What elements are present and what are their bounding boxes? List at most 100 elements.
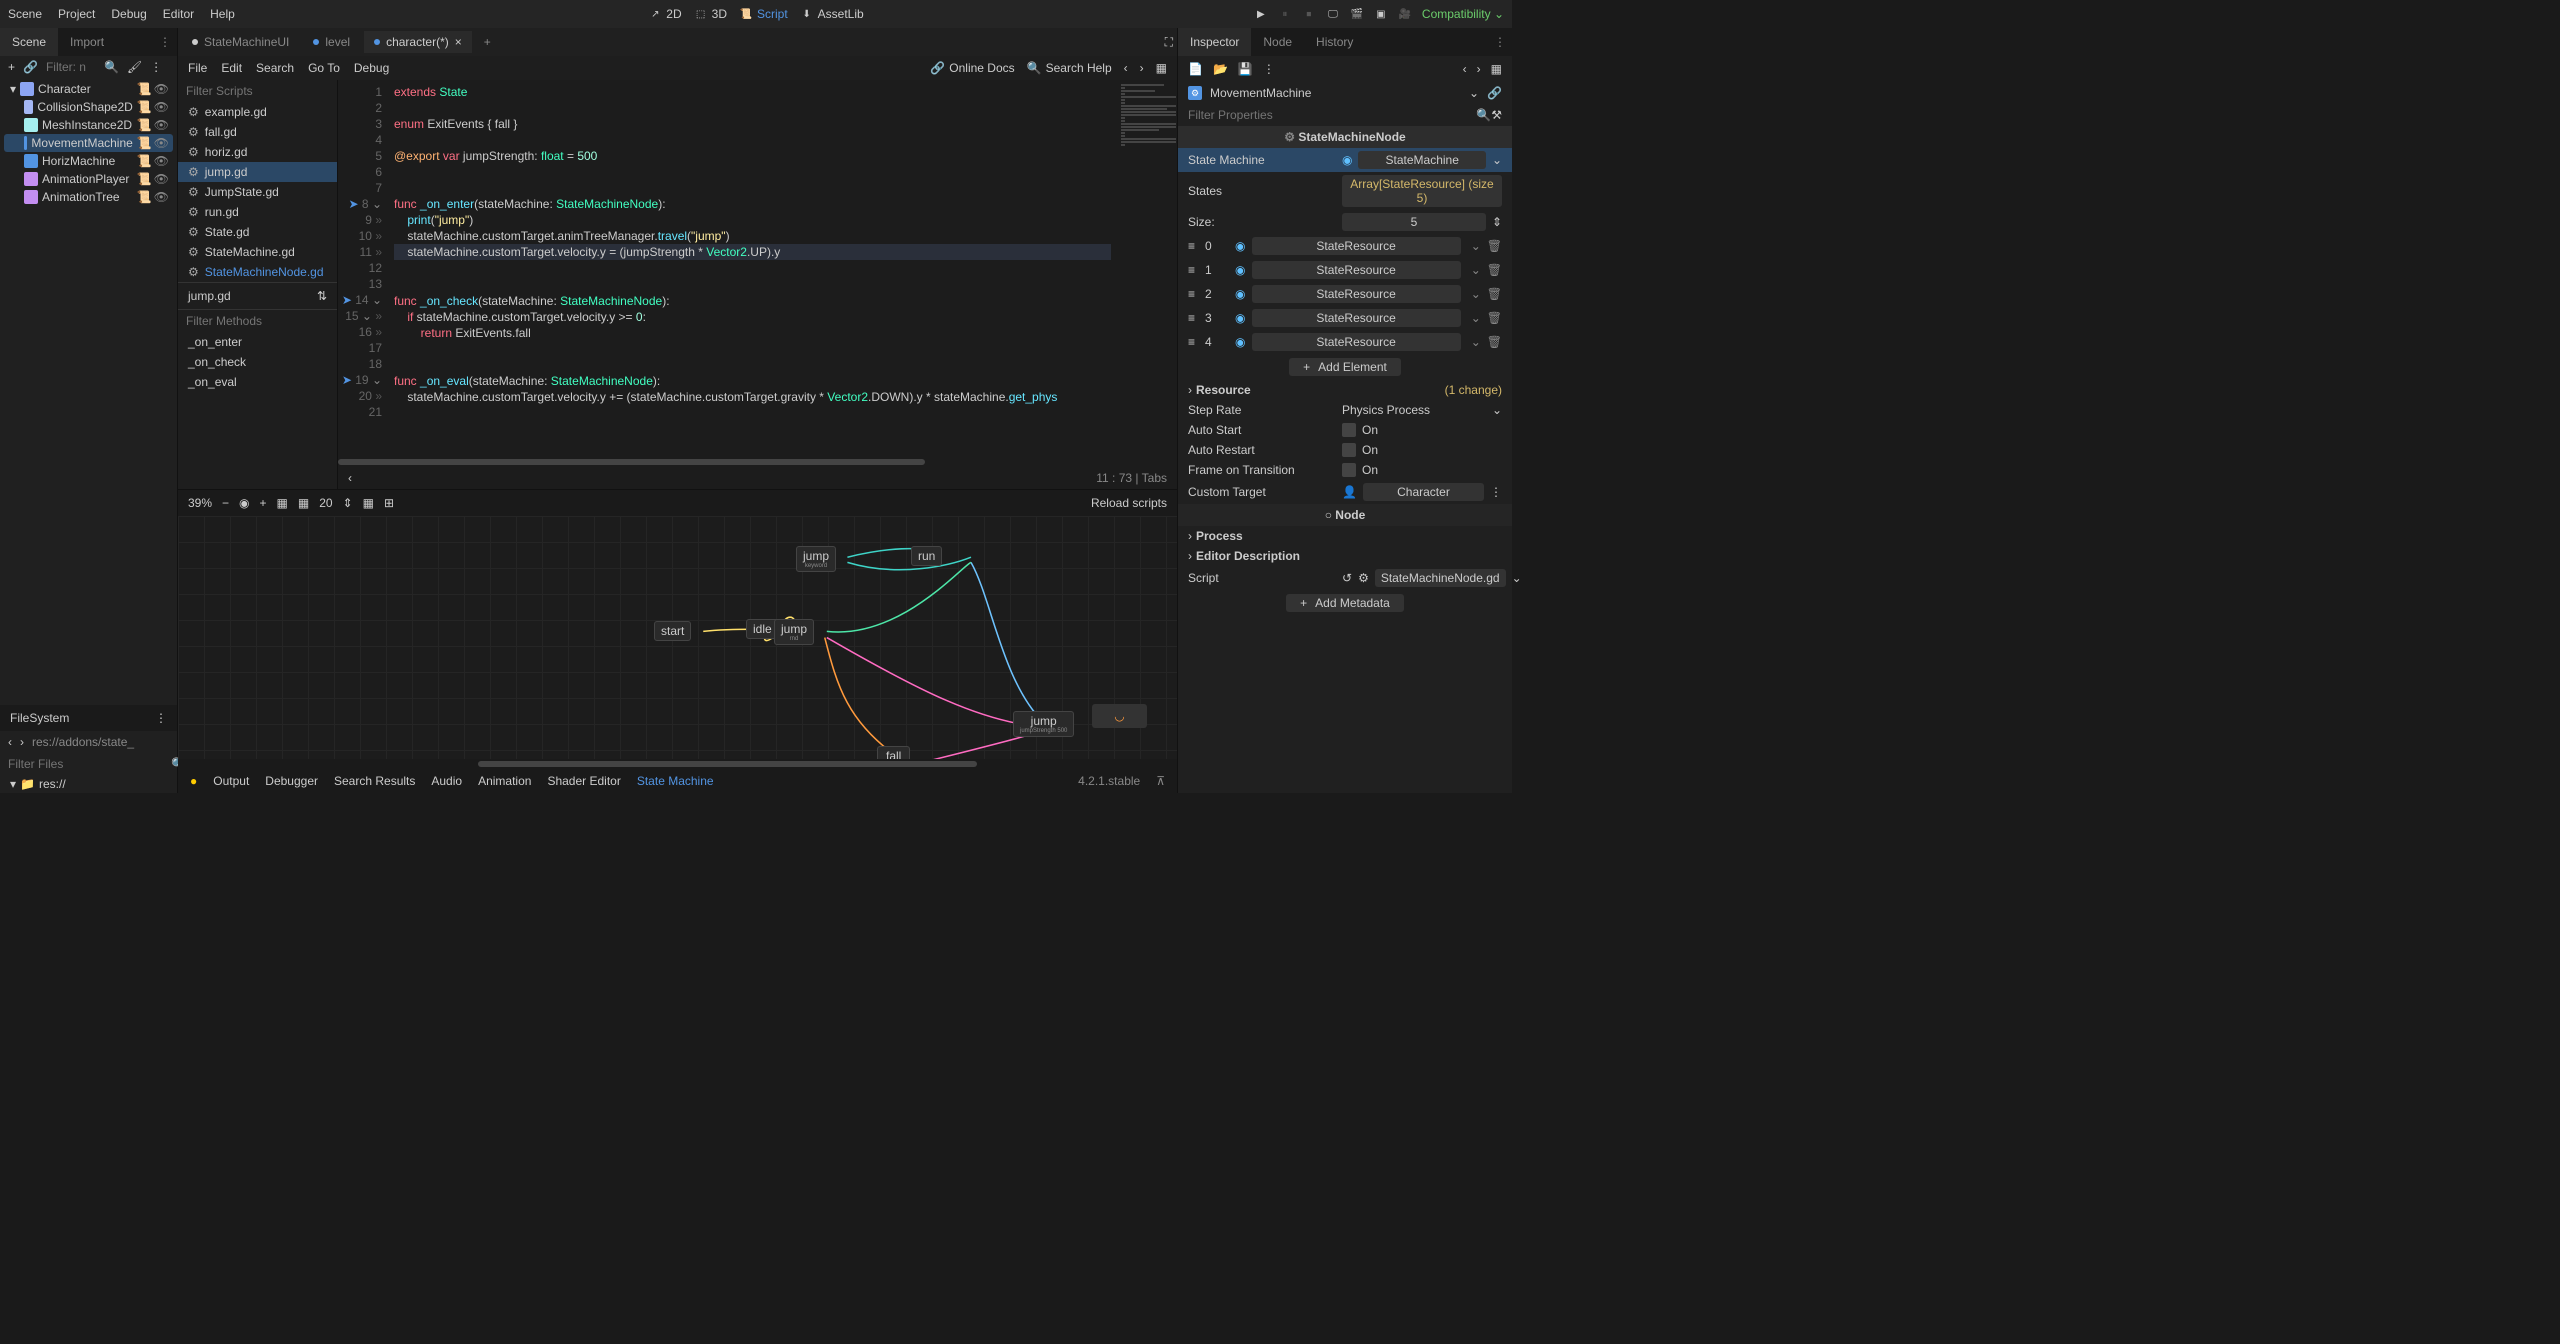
- method-item[interactable]: _on_eval: [178, 372, 337, 392]
- drag-handle-icon[interactable]: ≡: [1188, 335, 1195, 349]
- scene-node-character[interactable]: ▾Character📜👁: [4, 80, 173, 98]
- chevron-down-icon[interactable]: ⌄: [1471, 335, 1481, 349]
- drag-handle-icon[interactable]: ≡: [1188, 263, 1195, 277]
- collapse-icon[interactable]: ‹: [348, 471, 352, 485]
- array-item-value[interactable]: StateResource: [1252, 237, 1461, 255]
- animation-tab[interactable]: Animation: [478, 774, 531, 788]
- section-statemachinenode[interactable]: ⚙ StateMachineNode: [1178, 126, 1512, 148]
- workspace-2d[interactable]: ↗2D: [648, 7, 681, 21]
- search-icon[interactable]: 🔍: [104, 60, 119, 74]
- menu-debug[interactable]: Debug: [111, 7, 146, 21]
- visibility-icon[interactable]: 👁: [154, 100, 169, 114]
- snap-value[interactable]: 20: [319, 496, 332, 510]
- tool-icon[interactable]: 🖌: [127, 60, 142, 74]
- renderer-dropdown[interactable]: Compatibility ⌄: [1422, 7, 1504, 21]
- scene-node-animationplayer[interactable]: AnimationPlayer📜👁: [4, 170, 173, 188]
- menu-icon[interactable]: ⋮: [150, 60, 162, 74]
- visibility-icon[interactable]: 👁: [154, 118, 169, 132]
- drag-handle-icon[interactable]: ≡: [1188, 239, 1195, 253]
- fs-path-input[interactable]: [32, 735, 187, 749]
- scene-tab[interactable]: Scene: [0, 28, 58, 56]
- delete-icon[interactable]: 🗑: [1487, 335, 1502, 349]
- script-item[interactable]: ⚙fall.gd: [178, 122, 337, 142]
- array-item-value[interactable]: StateResource: [1252, 309, 1461, 327]
- link-icon[interactable]: 🔗: [1487, 86, 1502, 100]
- sm-state-node[interactable]: jumpjumpStrength 500: [1013, 711, 1074, 737]
- array-item-value[interactable]: StateResource: [1252, 261, 1461, 279]
- scene-node-meshinstance2d[interactable]: MeshInstance2D📜👁: [4, 116, 173, 134]
- delete-icon[interactable]: 🗑: [1487, 311, 1502, 325]
- script-filter-input[interactable]: [186, 84, 341, 98]
- audio-tab[interactable]: Audio: [431, 774, 462, 788]
- link-icon[interactable]: 🔗: [23, 60, 38, 74]
- menu-editor[interactable]: Editor: [163, 7, 194, 21]
- script-menu-debug[interactable]: Debug: [354, 61, 389, 75]
- array-item-value[interactable]: StateResource: [1252, 285, 1461, 303]
- minimap[interactable]: [1117, 80, 1177, 457]
- process-section[interactable]: ›Process: [1178, 526, 1512, 546]
- nav-back-icon[interactable]: ‹: [1124, 61, 1128, 75]
- method-item[interactable]: _on_check: [178, 352, 337, 372]
- sm-scrollbar[interactable]: [178, 759, 1177, 769]
- visibility-icon[interactable]: 👁: [154, 190, 169, 204]
- play-scene-icon[interactable]: ▣: [1374, 7, 1388, 21]
- add-tab-icon[interactable]: +: [476, 35, 499, 49]
- prop-states-value[interactable]: Array[StateResource] (size 5): [1342, 175, 1502, 207]
- node-tab[interactable]: Node: [1251, 28, 1304, 56]
- visibility-icon[interactable]: 👁: [154, 154, 169, 168]
- chevron-down-icon[interactable]: ⌄: [1512, 571, 1522, 585]
- editor-tab[interactable]: character(*)×: [364, 31, 472, 53]
- search-help-link[interactable]: 🔍Search Help: [1027, 61, 1112, 75]
- chevron-down-icon[interactable]: ⌄: [1471, 311, 1481, 325]
- node-name-field[interactable]: MovementMachine: [1210, 86, 1461, 100]
- editor-tab[interactable]: StateMachineUI: [182, 31, 299, 53]
- history-menu-icon[interactable]: ▦: [1491, 62, 1502, 76]
- visibility-icon[interactable]: 👁: [154, 136, 169, 150]
- online-docs-link[interactable]: 🔗Online Docs: [930, 61, 1014, 75]
- inspector-tab[interactable]: Inspector: [1178, 28, 1251, 56]
- editor-tab[interactable]: level: [303, 31, 360, 53]
- script-item[interactable]: ⚙JumpState.gd: [178, 182, 337, 202]
- stepper-icon[interactable]: ⇕: [1492, 215, 1502, 229]
- workspace-3d[interactable]: ⬚3D: [694, 7, 727, 21]
- prop-state-machine-value[interactable]: StateMachine: [1358, 151, 1485, 169]
- sm-canvas[interactable]: ◡ jumpkeywordrunstartidlejumprndjumpjump…: [178, 516, 1177, 759]
- add-element-button[interactable]: +Add Element: [1289, 358, 1401, 376]
- scene-node-animationtree[interactable]: AnimationTree📜👁: [4, 188, 173, 206]
- scene-node-horizmachine[interactable]: HorizMachine📜👁: [4, 152, 173, 170]
- expand-icon[interactable]: ⌄: [1469, 86, 1479, 100]
- scene-filter-input[interactable]: [46, 60, 96, 74]
- sm-state-node[interactable]: fallOnland: [877, 746, 910, 759]
- history-tab[interactable]: History: [1304, 28, 1365, 56]
- chevron-down-icon[interactable]: ⌄: [1492, 403, 1502, 417]
- history-back-icon[interactable]: ‹: [1463, 62, 1467, 76]
- chevron-down-icon[interactable]: ⌄: [1471, 263, 1481, 277]
- script-item[interactable]: ⚙StateMachine.gd: [178, 242, 337, 262]
- custom-target-value[interactable]: Character: [1363, 483, 1484, 501]
- delete-icon[interactable]: 🗑: [1487, 239, 1502, 253]
- method-filter-input[interactable]: [186, 314, 341, 328]
- script-item[interactable]: ⚙State.gd: [178, 222, 337, 242]
- auto-start-toggle[interactable]: [1342, 423, 1356, 437]
- scene-node-collisionshape2d[interactable]: CollisionShape2D📜👁: [4, 98, 173, 116]
- script-item[interactable]: ⚙example.gd: [178, 102, 337, 122]
- tools-icon[interactable]: ⚒: [1491, 108, 1502, 122]
- sm-state-node[interactable]: jumpkeyword: [796, 546, 836, 572]
- fs-root[interactable]: ▾📁 res://: [0, 775, 177, 793]
- collapse-dock-icon[interactable]: ⊼: [1156, 774, 1165, 788]
- layout-icon[interactable]: ▦: [363, 496, 374, 510]
- snap-icon[interactable]: ▦: [298, 496, 309, 510]
- menu-help[interactable]: Help: [210, 7, 235, 21]
- resource-section[interactable]: ›Resource (1 change): [1178, 380, 1512, 400]
- script-icon[interactable]: 📜: [137, 136, 152, 150]
- menu-scene[interactable]: Scene: [8, 7, 42, 21]
- output-tab[interactable]: Output: [213, 774, 249, 788]
- script-icon[interactable]: 📜: [137, 190, 152, 204]
- code-editor[interactable]: extends State enum ExitEvents { fall } @…: [388, 80, 1117, 457]
- delete-icon[interactable]: 🗑: [1487, 287, 1502, 301]
- script-icon[interactable]: 📜: [137, 154, 152, 168]
- sm-state-node[interactable]: run: [911, 546, 942, 566]
- script-menu-search[interactable]: Search: [256, 61, 294, 75]
- filter-properties-input[interactable]: [1188, 108, 1476, 122]
- script-item[interactable]: ⚙StateMachineNode.gd: [178, 262, 337, 282]
